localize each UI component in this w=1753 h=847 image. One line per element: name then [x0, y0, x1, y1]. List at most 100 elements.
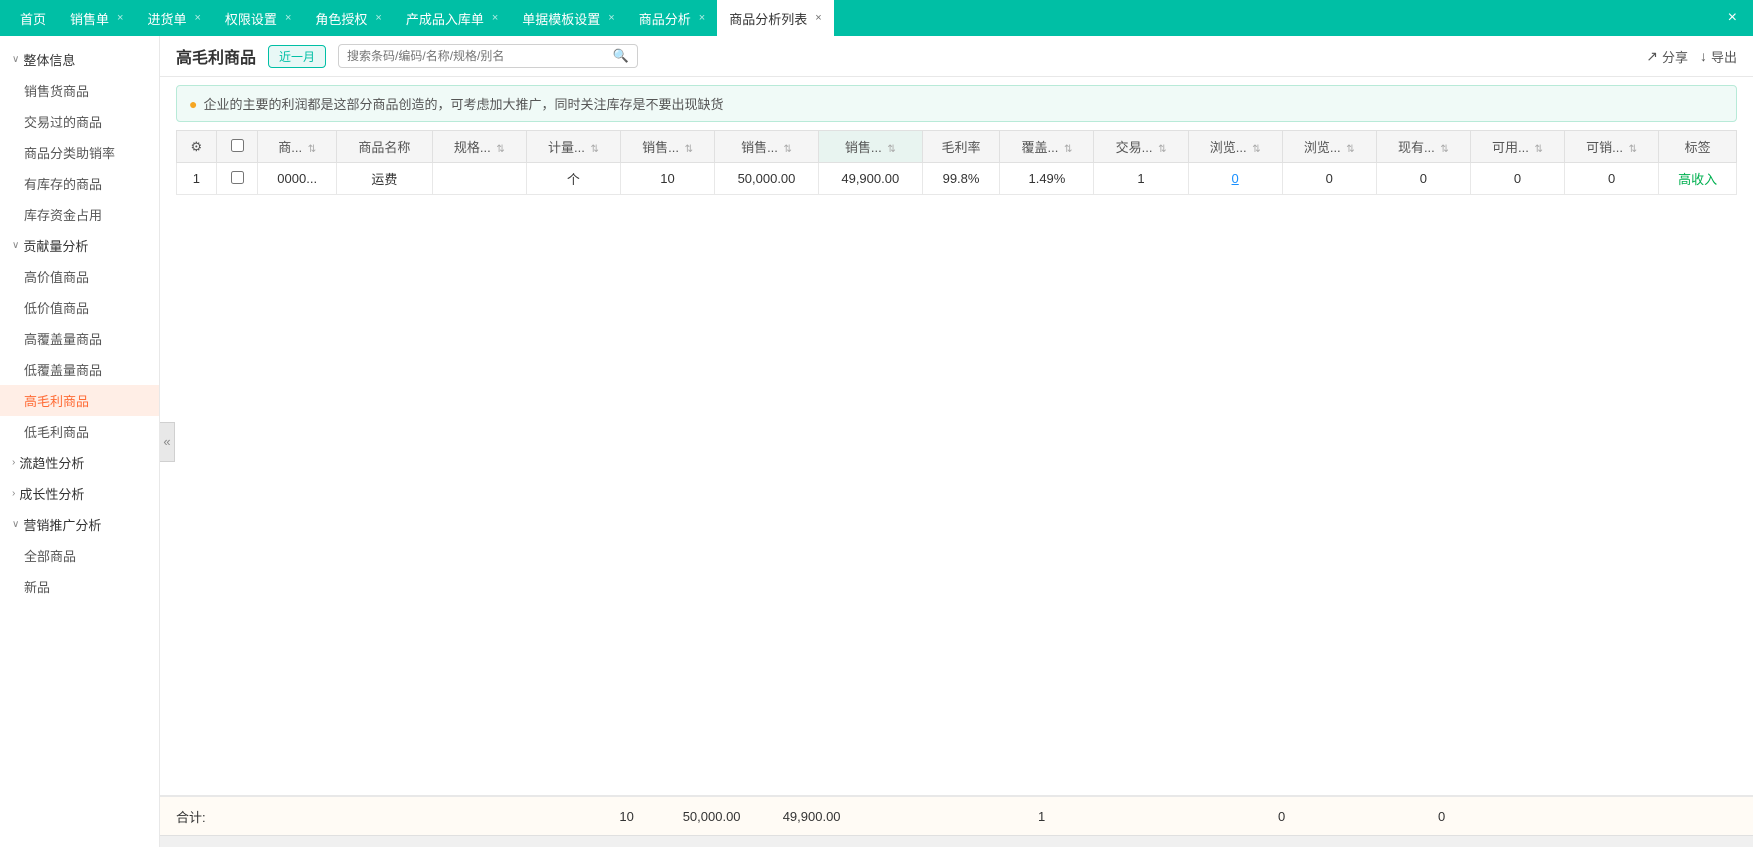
sidebar-item-sales-goods[interactable]: 销售货商品 — [0, 75, 159, 106]
cell-sales1: 10 — [620, 163, 714, 195]
cell-checkbox[interactable] — [216, 163, 258, 195]
top-nav: 首页 销售单 × 进货单 × 权限设置 × 角色授权 × 产成品入库单 × 单据… — [0, 0, 1753, 36]
nav-role-close[interactable]: × — [375, 12, 381, 24]
export-icon: ↓ — [1700, 48, 1707, 64]
col-sales3[interactable]: 销售... ⇅ — [818, 131, 922, 163]
col-spec[interactable]: 规格... ⇅ — [432, 131, 526, 163]
share-icon: ↗ — [1646, 48, 1658, 65]
sidebar-item-stocked-goods[interactable]: 有库存的商品 — [0, 168, 159, 199]
nav-role[interactable]: 角色授权 × — [303, 0, 393, 36]
footer-sales2: 50,000.00 — [662, 809, 762, 824]
nav-product-inbound-close[interactable]: × — [492, 12, 498, 24]
col-browse2[interactable]: 浏览... ⇅ — [1282, 131, 1376, 163]
share-btn[interactable]: ↗ 分享 — [1646, 47, 1688, 66]
footer-stock-sale: 0 — [1402, 809, 1482, 824]
cell-sales2: 50,000.00 — [715, 163, 819, 195]
sidebar-item-low-value[interactable]: 低价值商品 — [0, 292, 159, 323]
nav-product-inbound[interactable]: 产成品入库单 × — [394, 0, 510, 36]
col-code-sort: ⇅ — [308, 144, 316, 155]
filter-recent-month[interactable]: 近一月 — [268, 45, 326, 68]
cell-browse1[interactable]: 0 — [1188, 163, 1282, 195]
sidebar-item-low-margin[interactable]: 低毛利商品 — [0, 416, 159, 447]
col-coverage-sort: ⇅ — [1064, 144, 1072, 155]
nav-template-close[interactable]: × — [608, 12, 614, 24]
nav-product-analysis-close[interactable]: × — [699, 12, 705, 24]
sidebar-item-high-margin[interactable]: 高毛利商品 — [0, 385, 159, 416]
cell-coverage: 1.49% — [1000, 163, 1094, 195]
sidebar: ∨ 整体信息 销售货商品 交易过的商品 商品分类助销率 有库存的商品 库存资金占… — [0, 36, 160, 847]
sidebar-item-traded-goods[interactable]: 交易过的商品 — [0, 106, 159, 137]
nav-purchase[interactable]: 进货单 × — [135, 0, 212, 36]
footer-sales3: 49,900.00 — [762, 809, 862, 824]
sidebar-item-new-goods[interactable]: 新品 — [0, 571, 159, 602]
cell-name: 运费 — [337, 163, 433, 195]
nav-product-analysis[interactable]: 商品分析 × — [627, 0, 717, 36]
col-stock-sale-sort: ⇅ — [1629, 144, 1637, 155]
sidebar-item-category-rate[interactable]: 商品分类助销率 — [0, 137, 159, 168]
col-unit[interactable]: 计量... ⇅ — [526, 131, 620, 163]
nav-template[interactable]: 单据模板设置 × — [510, 0, 626, 36]
col-stock-avail[interactable]: 可用... ⇅ — [1470, 131, 1564, 163]
select-all-checkbox[interactable] — [231, 139, 244, 152]
trend-arrow: › — [12, 457, 15, 468]
sidebar-group-marketing[interactable]: ∨ 营销推广分析 — [0, 509, 159, 540]
cell-code: 0000... — [258, 163, 337, 195]
cell-unit: 个 — [526, 163, 620, 195]
content-area: « 高毛利商品 近一月 🔍 ↗ 分享 ↓ 导出 — [160, 36, 1753, 847]
table-header-row: ⚙ 商... ⇅ 商品名称 规格... — [177, 131, 1737, 163]
settings-icon[interactable]: ⚙ — [191, 139, 203, 154]
export-btn[interactable]: ↓ 导出 — [1700, 47, 1737, 66]
cell-seq: 1 — [177, 163, 217, 195]
search-icon[interactable]: 🔍 — [613, 48, 629, 64]
total-label: 合计: — [176, 807, 206, 826]
nav-home[interactable]: 首页 — [8, 0, 58, 36]
row-checkbox[interactable] — [231, 171, 244, 184]
sidebar-collapse-btn[interactable]: « — [160, 422, 175, 462]
sidebar-group-growth[interactable]: › 成长性分析 — [0, 478, 159, 509]
cell-sales3: 49,900.00 — [818, 163, 922, 195]
footer-stock-cur: 0 — [1242, 809, 1322, 824]
nav-product-analysis-list[interactable]: 商品分析列表 × — [717, 0, 833, 36]
sidebar-item-all-goods[interactable]: 全部商品 — [0, 540, 159, 571]
col-sales1-sort: ⇅ — [685, 144, 693, 155]
main-container: ∨ 整体信息 销售货商品 交易过的商品 商品分类助销率 有库存的商品 库存资金占… — [0, 36, 1753, 847]
search-input[interactable] — [347, 49, 607, 63]
col-stock-sale[interactable]: 可销... ⇅ — [1565, 131, 1659, 163]
nav-purchase-close[interactable]: × — [194, 12, 200, 24]
cell-transaction: 1 — [1094, 163, 1188, 195]
col-browse1[interactable]: 浏览... ⇅ — [1188, 131, 1282, 163]
page-title: 高毛利商品 — [176, 44, 256, 68]
footer-bar: 合计: 10 50,000.00 49,900.00 1 0 0 — [160, 795, 1753, 835]
col-sales3-sort: ⇅ — [887, 144, 895, 155]
sidebar-group-trend[interactable]: › 流趋性分析 — [0, 447, 159, 478]
nav-permission[interactable]: 权限设置 × — [213, 0, 303, 36]
col-sales2[interactable]: 销售... ⇅ — [715, 131, 819, 163]
content-header: 高毛利商品 近一月 🔍 ↗ 分享 ↓ 导出 — [160, 36, 1753, 77]
cell-stock-sale: 0 — [1565, 163, 1659, 195]
nav-permission-close[interactable]: × — [285, 12, 291, 24]
col-sales2-sort: ⇅ — [784, 144, 792, 155]
sidebar-item-high-value[interactable]: 高价值商品 — [0, 261, 159, 292]
sidebar-item-high-coverage[interactable]: 高覆盖量商品 — [0, 323, 159, 354]
col-sales1[interactable]: 销售... ⇅ — [620, 131, 714, 163]
nav-close-all[interactable]: × — [1720, 9, 1745, 27]
sidebar-group-overall[interactable]: ∨ 整体信息 — [0, 44, 159, 75]
col-code[interactable]: 商... ⇅ — [258, 131, 337, 163]
col-transaction[interactable]: 交易... ⇅ — [1094, 131, 1188, 163]
col-stock-avail-sort: ⇅ — [1535, 144, 1543, 155]
nav-product-analysis-list-close[interactable]: × — [815, 12, 821, 24]
col-coverage[interactable]: 覆盖... ⇅ — [1000, 131, 1094, 163]
cell-stock-avail: 0 — [1470, 163, 1564, 195]
nav-sales-close[interactable]: × — [117, 12, 123, 24]
nav-sales[interactable]: 销售单 × — [58, 0, 135, 36]
info-icon: ● — [189, 96, 197, 112]
sidebar-group-contribution[interactable]: ∨ 贡献量分析 — [0, 230, 159, 261]
sidebar-item-stock-capital[interactable]: 库存资金占用 — [0, 199, 159, 230]
header-actions: ↗ 分享 ↓ 导出 — [1646, 47, 1737, 66]
col-unit-sort: ⇅ — [590, 144, 598, 155]
contribution-arrow: ∨ — [12, 240, 19, 251]
col-stock-cur[interactable]: 现有... ⇅ — [1376, 131, 1470, 163]
cell-gross-rate: 99.8% — [922, 163, 1000, 195]
horizontal-scrollbar[interactable] — [160, 835, 1753, 847]
sidebar-item-low-coverage[interactable]: 低覆盖量商品 — [0, 354, 159, 385]
